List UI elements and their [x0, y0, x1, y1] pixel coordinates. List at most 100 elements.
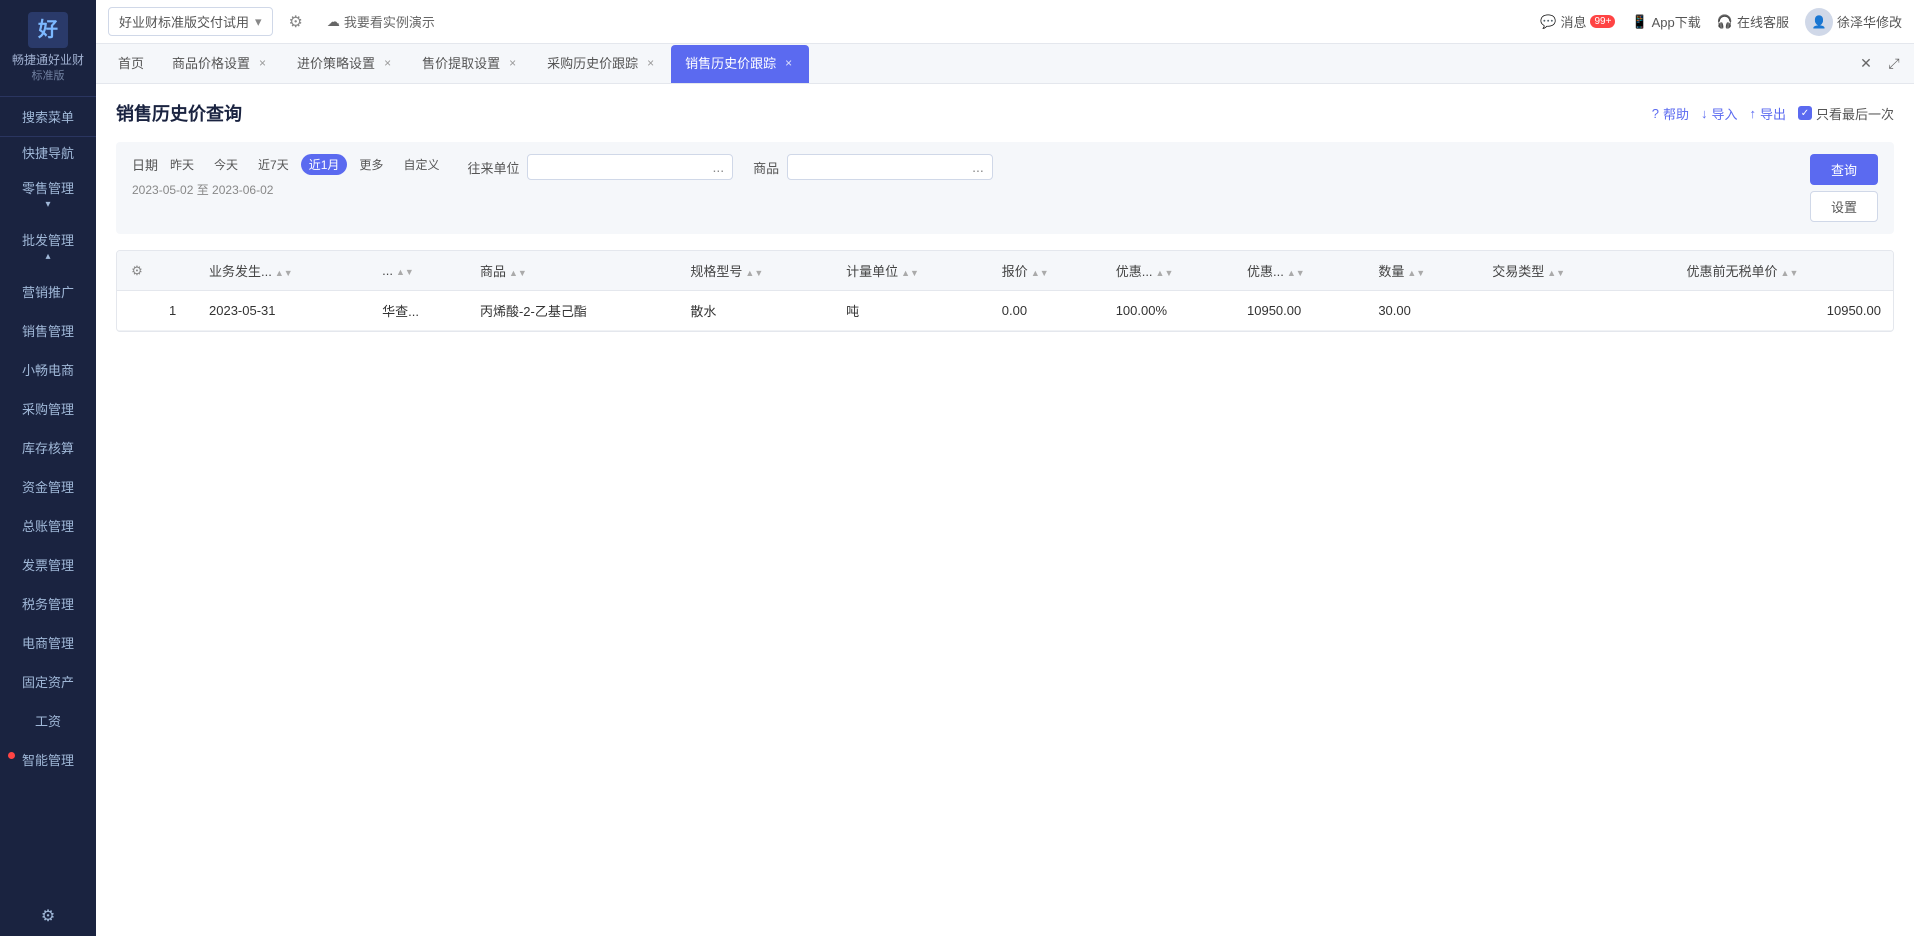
col-spacer [1636, 251, 1675, 291]
product-label: 商品 [753, 158, 779, 177]
source-dots-button[interactable]: ... [712, 159, 724, 175]
import-link[interactable]: ↓ 导入 [1701, 104, 1738, 123]
col-index [157, 251, 197, 291]
topbar: 好业财标准版交付试用 ▾ ⚙ ☁ 我要看实例演示 💬 消息 99+ 📱 App下… [96, 0, 1914, 44]
sidebar-item-marketing[interactable]: 营销推广 [0, 272, 96, 311]
user-name: 徐泽华修改 [1837, 12, 1902, 31]
col-unit[interactable]: 计量单位▲▼ [834, 251, 990, 291]
sidebar-item-ecommerce[interactable]: 电商管理 [0, 623, 96, 662]
sidebar-quick-nav[interactable]: 快捷导航 [0, 137, 96, 168]
sidebar-item-purchase[interactable]: 采购管理 [0, 389, 96, 428]
message-badge: 99+ [1590, 15, 1615, 28]
help-link[interactable]: ? 帮助 [1652, 104, 1689, 123]
chevron-down-icon: ▾ [45, 199, 50, 210]
col-extra[interactable]: ...▲▼ [370, 251, 468, 291]
product-dots-button[interactable]: ... [972, 159, 984, 175]
tab-home[interactable]: 首页 [104, 45, 158, 83]
message-label: 消息 [1560, 12, 1586, 31]
main-area: 好业财标准版交付试用 ▾ ⚙ ☁ 我要看实例演示 💬 消息 99+ 📱 App下… [96, 0, 1914, 936]
app-logo-icon: 好 [28, 12, 68, 48]
tab-purchase-strategy[interactable]: 进价策略设置 × [283, 45, 408, 83]
demo-link[interactable]: ☁ 我要看实例演示 [327, 12, 435, 31]
version-text: 好业财标准版交付试用 [119, 12, 249, 31]
col-transaction-type[interactable]: 交易类型▲▼ [1480, 251, 1636, 291]
user-menu[interactable]: 👤 徐泽华修改 [1805, 8, 1902, 36]
tab-close-sale-history[interactable]: × [782, 55, 795, 71]
date-filter-group: 日期 昨天 今天 近7天 近1月 更多 自定义 2023-05-02 至 202… [132, 154, 447, 198]
col-quantity[interactable]: 数量▲▼ [1366, 251, 1480, 291]
message-button[interactable]: 💬 消息 99+ [1540, 12, 1615, 31]
date-btn-custom[interactable]: 自定义 [395, 154, 447, 175]
sidebar-item-retail[interactable]: 零售管理 ▾ [0, 168, 96, 220]
online-service-button[interactable]: 🎧 在线客服 [1717, 12, 1789, 31]
topbar-settings-icon[interactable]: ⚙ [281, 8, 311, 36]
source-filter-group: 往来单位 ... [467, 154, 733, 180]
sidebar-item-salary[interactable]: 工资 [0, 701, 96, 740]
row-transaction-type [1480, 291, 1636, 331]
sidebar-item-sales[interactable]: 销售管理 [0, 311, 96, 350]
query-button[interactable]: 查询 [1810, 154, 1878, 185]
product-filter-group: 商品 ... [753, 154, 993, 180]
col-spec[interactable]: 规格型号▲▼ [678, 251, 834, 291]
source-input[interactable] [536, 160, 712, 175]
version-selector[interactable]: 好业财标准版交付试用 ▾ [108, 7, 273, 36]
tab-sale-price[interactable]: 售价提取设置 × [408, 45, 533, 83]
sidebar-item-wholesale[interactable]: 批发管理 ▴ [0, 220, 96, 272]
demo-text: 我要看实例演示 [344, 12, 435, 31]
tab-sale-history[interactable]: 销售历史价跟踪 × [671, 45, 809, 83]
sidebar-settings-icon[interactable]: ⚙ [0, 896, 96, 936]
sidebar-item-tax[interactable]: 税务管理 [0, 584, 96, 623]
export-link[interactable]: ↑ 导出 [1749, 104, 1786, 123]
only-last-checkbox-label[interactable]: ✓ 只看最后一次 [1798, 104, 1894, 123]
sidebar-search-menu[interactable]: 搜索菜单 [0, 97, 96, 137]
date-btn-yesterday[interactable]: 昨天 [162, 154, 202, 175]
col-business-date[interactable]: 业务发生...▲▼ [197, 251, 370, 291]
sidebar-item-finance[interactable]: 资金管理 [0, 467, 96, 506]
date-btn-1month[interactable]: 近1月 [301, 154, 348, 175]
col-price[interactable]: 报价▲▼ [990, 251, 1104, 291]
col-product[interactable]: 商品▲▼ [468, 251, 678, 291]
sidebar-item-invoice[interactable]: 发票管理 [0, 545, 96, 584]
date-buttons: 日期 昨天 今天 近7天 近1月 更多 自定义 [132, 154, 447, 175]
close-window-button[interactable]: ✕ [1854, 52, 1878, 76]
sort-icon-discount1: ▲▼ [1156, 268, 1174, 278]
row-discount2: 10950.00 [1235, 291, 1366, 331]
col-discount2[interactable]: 优惠...▲▼ [1235, 251, 1366, 291]
col-discount1[interactable]: 优惠...▲▼ [1104, 251, 1235, 291]
tab-product-price[interactable]: 商品价格设置 × [158, 45, 283, 83]
help-icon: ? [1652, 106, 1659, 121]
sidebar-item-smart[interactable]: 智能管理 [0, 740, 96, 779]
tab-close-product-price[interactable]: × [256, 55, 269, 71]
table-header-row: ⚙ 业务发生...▲▼ ...▲▼ 商品▲▼ 规格型号 [117, 251, 1893, 291]
svg-text:好: 好 [37, 17, 58, 41]
tabbar: 首页 商品价格设置 × 进价策略设置 × 售价提取设置 × 采购历史价跟踪 × … [96, 44, 1914, 84]
export-icon: ↑ [1749, 106, 1756, 121]
maximize-window-button[interactable]: ⤢ [1882, 52, 1906, 76]
sort-icon-extra: ▲▼ [396, 267, 414, 277]
tab-close-sale-price[interactable]: × [506, 55, 519, 71]
row-quantity: 30.00 [1366, 291, 1480, 331]
filter-bar: 日期 昨天 今天 近7天 近1月 更多 自定义 2023-05-02 至 202… [116, 142, 1894, 234]
sidebar-item-xiao-ecommerce[interactable]: 小畅电商 [0, 350, 96, 389]
sidebar-item-fixed-assets[interactable]: 固定资产 [0, 662, 96, 701]
settings-button[interactable]: 设置 [1810, 191, 1878, 222]
date-btn-today[interactable]: 今天 [206, 154, 246, 175]
product-input[interactable] [796, 160, 972, 175]
source-label: 往来单位 [467, 158, 519, 177]
col-pretax-price[interactable]: 优惠前无税单价▲▼ [1675, 251, 1893, 291]
tab-purchase-history[interactable]: 采购历史价跟踪 × [533, 45, 671, 83]
row-spec: 散水 [678, 291, 834, 331]
avatar: 👤 [1805, 8, 1833, 36]
tab-close-purchase-strategy[interactable]: × [381, 55, 394, 71]
sidebar-item-inventory[interactable]: 库存核算 [0, 428, 96, 467]
sort-icon-price: ▲▼ [1031, 268, 1049, 278]
tab-close-purchase-history[interactable]: × [644, 55, 657, 71]
app-download-button[interactable]: 📱 App下载 [1631, 12, 1700, 31]
date-btn-7days[interactable]: 近7天 [250, 154, 297, 175]
date-btn-more[interactable]: 更多 [351, 154, 391, 175]
dropdown-arrow-icon: ▾ [255, 14, 262, 30]
source-field: 往来单位 ... [467, 154, 733, 180]
table-settings-icon[interactable]: ⚙ [131, 263, 143, 278]
source-input-group: ... [527, 154, 733, 180]
sidebar-item-general-ledger[interactable]: 总账管理 [0, 506, 96, 545]
